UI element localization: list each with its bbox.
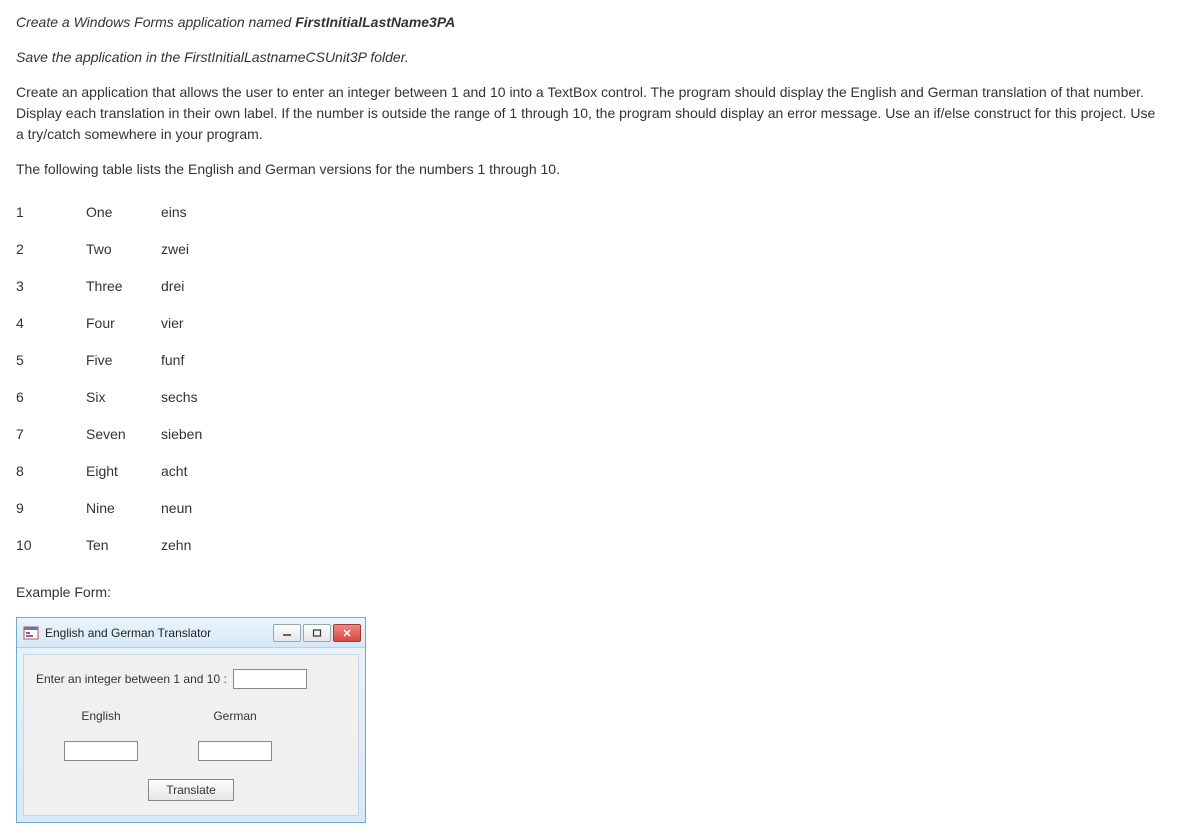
heading-appname: FirstInitialLastName3PA	[295, 14, 455, 30]
translate-button-label: Translate	[166, 781, 216, 799]
cell-english: Eight	[86, 461, 161, 482]
table-row: 1 One eins	[16, 194, 1166, 231]
table-intro: The following table lists the English an…	[16, 159, 1166, 180]
cell-number: 1	[16, 202, 86, 223]
heading-prefix: Create a Windows Forms application named	[16, 14, 295, 30]
german-output	[198, 741, 272, 761]
maximize-button[interactable]	[303, 624, 331, 642]
table-row: 4 Four vier	[16, 305, 1166, 342]
english-column: English	[64, 707, 138, 761]
window-title: English and German Translator	[45, 624, 273, 642]
button-row: Translate	[36, 779, 346, 801]
cell-german: eins	[161, 202, 241, 223]
table-row: 6 Six sechs	[16, 379, 1166, 416]
close-button[interactable]	[333, 624, 361, 642]
heading-paragraph: Create a Windows Forms application named…	[16, 12, 1166, 33]
cell-german: funf	[161, 350, 241, 371]
cell-english: Seven	[86, 424, 161, 445]
cell-german: drei	[161, 276, 241, 297]
cell-english: Two	[86, 239, 161, 260]
cell-number: 5	[16, 350, 86, 371]
table-row: 10 Ten zehn	[16, 527, 1166, 564]
table-row: 9 Nine neun	[16, 490, 1166, 527]
german-column: German	[198, 707, 272, 761]
cell-german: sechs	[161, 387, 241, 408]
cell-number: 10	[16, 535, 86, 556]
cell-german: neun	[161, 498, 241, 519]
cell-number: 2	[16, 239, 86, 260]
cell-english: Six	[86, 387, 161, 408]
cell-german: zehn	[161, 535, 241, 556]
input-row: Enter an integer between 1 and 10 :	[36, 669, 346, 689]
example-form-label: Example Form:	[16, 582, 1166, 603]
table-row: 2 Two zwei	[16, 231, 1166, 268]
translate-button[interactable]: Translate	[148, 779, 234, 801]
table-row: 8 Eight acht	[16, 453, 1166, 490]
titlebar: English and German Translator	[17, 618, 365, 648]
cell-number: 7	[16, 424, 86, 445]
form-body: Enter an integer between 1 and 10 : Engl…	[23, 654, 359, 816]
enter-integer-label: Enter an integer between 1 and 10 :	[36, 670, 227, 688]
number-table: 1 One eins 2 Two zwei 3 Three drei 4 Fou…	[16, 194, 1166, 564]
example-form-window: English and German Translator Enter an i…	[16, 617, 366, 823]
save-paragraph: Save the application in the FirstInitial…	[16, 47, 1166, 68]
cell-german: sieben	[161, 424, 241, 445]
english-output	[64, 741, 138, 761]
german-label: German	[213, 707, 256, 725]
english-label: English	[81, 707, 120, 725]
cell-english: Ten	[86, 535, 161, 556]
cell-english: Nine	[86, 498, 161, 519]
cell-number: 9	[16, 498, 86, 519]
cell-english: One	[86, 202, 161, 223]
cell-german: acht	[161, 461, 241, 482]
minimize-button[interactable]	[273, 624, 301, 642]
cell-english: Four	[86, 313, 161, 334]
cell-number: 8	[16, 461, 86, 482]
output-columns: English German	[36, 707, 346, 761]
cell-number: 6	[16, 387, 86, 408]
integer-textbox[interactable]	[233, 669, 307, 689]
table-row: 5 Five funf	[16, 342, 1166, 379]
cell-english: Three	[86, 276, 161, 297]
table-row: 3 Three drei	[16, 268, 1166, 305]
cell-english: Five	[86, 350, 161, 371]
cell-number: 4	[16, 313, 86, 334]
window-buttons	[273, 624, 361, 642]
form-icon	[23, 625, 39, 641]
table-row: 7 Seven sieben	[16, 416, 1166, 453]
cell-german: vier	[161, 313, 241, 334]
description-paragraph: Create an application that allows the us…	[16, 82, 1166, 145]
cell-german: zwei	[161, 239, 241, 260]
cell-number: 3	[16, 276, 86, 297]
